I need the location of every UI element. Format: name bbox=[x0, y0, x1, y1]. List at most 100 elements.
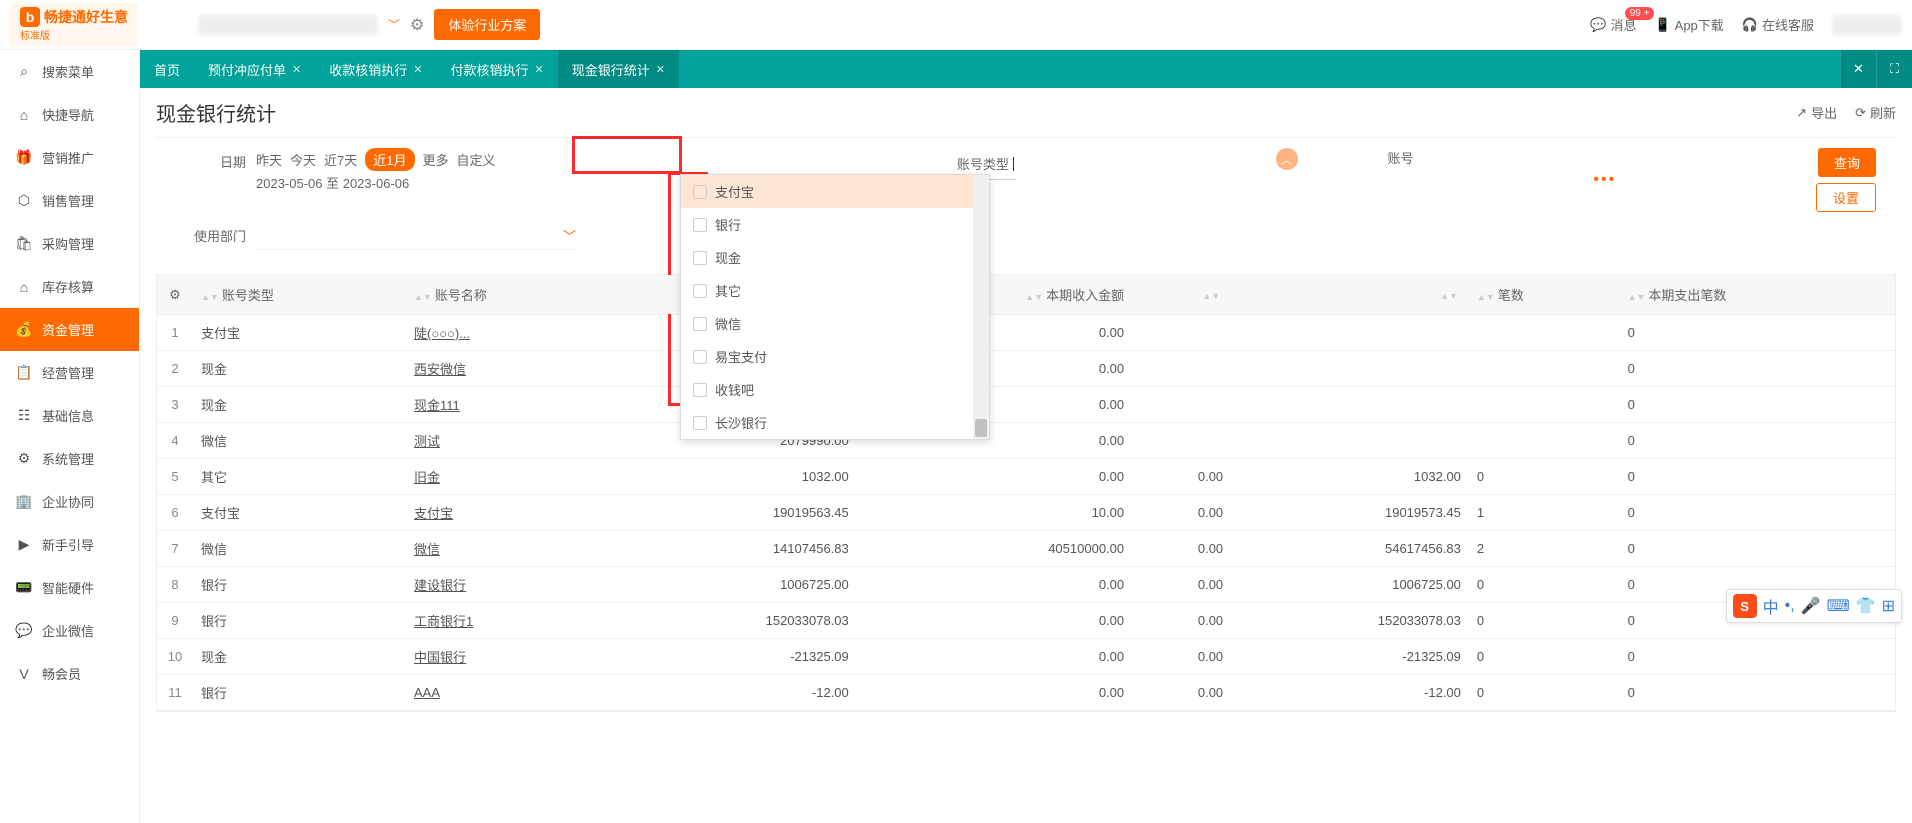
col-header-1[interactable]: ▲▼账号类型 bbox=[193, 275, 406, 315]
cell-name-link[interactable]: 旧金 bbox=[406, 459, 619, 495]
refresh-button[interactable]: ⟳刷新 bbox=[1855, 103, 1896, 122]
col-header-5[interactable]: ▲▼ bbox=[1132, 275, 1231, 315]
cell-name-link[interactable]: 微信 bbox=[406, 531, 619, 567]
checkbox-icon[interactable] bbox=[693, 185, 707, 199]
col-header-6[interactable]: ▲▼ bbox=[1231, 275, 1469, 315]
dropdown-item-1[interactable]: 银行 bbox=[681, 208, 989, 241]
tab-4[interactable]: 现金银行统计 ✕ bbox=[558, 50, 679, 88]
tab-2[interactable]: 收款核销执行✕ bbox=[315, 50, 436, 88]
close-icon[interactable]: ✕ bbox=[535, 63, 544, 76]
dept-select[interactable]: ﹀ bbox=[256, 222, 576, 250]
ime-lang[interactable]: 中 bbox=[1763, 594, 1779, 618]
row-index: 1 bbox=[157, 315, 193, 351]
sidebar-item-3[interactable]: ⬡销售管理 bbox=[0, 179, 139, 222]
checkbox-icon[interactable] bbox=[693, 350, 707, 364]
sidebar-item-0[interactable]: ⌕搜索菜单 bbox=[0, 50, 139, 93]
sidebar-item-2[interactable]: 🎁营销推广 bbox=[0, 136, 139, 179]
tab-1[interactable]: 预付冲应付单✕ bbox=[194, 50, 315, 88]
dropdown-item-label: 长沙银行 bbox=[715, 413, 767, 432]
customer-service-link[interactable]: 🎧 在线客服 bbox=[1742, 15, 1814, 34]
checkbox-icon[interactable] bbox=[693, 251, 707, 265]
gear-icon[interactable]: ⚙ bbox=[169, 287, 181, 302]
shirt-icon[interactable]: 👕 bbox=[1856, 596, 1876, 616]
dropdown-item-0[interactable]: 支付宝 bbox=[681, 175, 989, 208]
sidebar-item-7[interactable]: 📋经营管理 bbox=[0, 351, 139, 394]
checkbox-icon[interactable] bbox=[693, 284, 707, 298]
cell-name-link[interactable]: 西安微信 bbox=[406, 351, 619, 387]
dropdown-item-7[interactable]: 长沙银行 bbox=[681, 406, 989, 439]
cell-name-link[interactable]: 支付宝 bbox=[406, 495, 619, 531]
dropdown-item-2[interactable]: 现金 bbox=[681, 241, 989, 274]
trial-button[interactable]: 体验行业方案 bbox=[434, 9, 540, 40]
collapse-toggle[interactable]: ︿ bbox=[1276, 148, 1298, 170]
microphone-icon[interactable]: 🎤 bbox=[1801, 596, 1821, 616]
sidebar-item-1[interactable]: ⌂快捷导航 bbox=[0, 93, 139, 136]
cell-name-link[interactable]: AAA bbox=[406, 675, 619, 711]
ime-toolbar[interactable]: S 中 •, 🎤 ⌨ 👕 ⊞ bbox=[1726, 589, 1902, 623]
sort-icon[interactable]: ▲▼ bbox=[1025, 294, 1043, 300]
company-selector[interactable]: ﹀ bbox=[198, 15, 400, 35]
gear-icon[interactable]: ⚙ bbox=[410, 15, 424, 35]
sidebar-item-4[interactable]: 🛍采购管理 bbox=[0, 222, 139, 265]
sidebar-item-12[interactable]: 📟智能硬件 bbox=[0, 566, 139, 609]
settings-button[interactable]: 设置 bbox=[1816, 183, 1876, 212]
cell-name-link[interactable]: 建设银行 bbox=[406, 567, 619, 603]
date-opt-0[interactable]: 昨天 bbox=[256, 150, 282, 169]
checkbox-icon[interactable] bbox=[693, 218, 707, 232]
app-download-link[interactable]: 📱 App下载 bbox=[1654, 15, 1723, 34]
dropdown-item-5[interactable]: 易宝支付 bbox=[681, 340, 989, 373]
dropdown-item-3[interactable]: 其它 bbox=[681, 274, 989, 307]
sidebar-item-9[interactable]: ⚙系统管理 bbox=[0, 437, 139, 480]
dropdown-item-6[interactable]: 收钱吧 bbox=[681, 373, 989, 406]
col-header-8[interactable]: ▲▼本期支出笔数 bbox=[1620, 275, 1895, 315]
grid-icon[interactable]: ⊞ bbox=[1882, 596, 1895, 616]
tab-3[interactable]: 付款核销执行✕ bbox=[436, 50, 557, 88]
dropdown-scrollbar[interactable] bbox=[973, 175, 989, 439]
query-button[interactable]: 查询 bbox=[1818, 148, 1876, 177]
sort-icon[interactable]: ▲▼ bbox=[1440, 293, 1458, 299]
sidebar-item-10[interactable]: 🏢企业协同 bbox=[0, 480, 139, 523]
sort-icon[interactable]: ▲▼ bbox=[1477, 294, 1495, 300]
sidebar-item-5[interactable]: ⌂库存核算 bbox=[0, 265, 139, 308]
date-opt-5[interactable]: 自定义 bbox=[457, 150, 496, 169]
sort-icon[interactable]: ▲▼ bbox=[414, 294, 432, 300]
dropdown-item-4[interactable]: 微信 bbox=[681, 307, 989, 340]
sidebar-item-8[interactable]: ☷基础信息 bbox=[0, 394, 139, 437]
date-opt-2[interactable]: 近7天 bbox=[324, 150, 357, 169]
col-header-7[interactable]: ▲▼笔数 bbox=[1469, 275, 1620, 315]
tab-label: 现金银行统计 bbox=[572, 60, 650, 79]
date-opt-1[interactable]: 今天 bbox=[290, 150, 316, 169]
col-header-2[interactable]: ▲▼账号名称 bbox=[406, 275, 619, 315]
close-icon[interactable]: ✕ bbox=[656, 63, 665, 76]
checkbox-icon[interactable] bbox=[693, 383, 707, 397]
close-icon[interactable]: ✕ bbox=[292, 63, 301, 76]
more-dots-icon[interactable]: ••• bbox=[1593, 171, 1616, 189]
cell-name-link[interactable]: 陡(○○○)... bbox=[406, 315, 619, 351]
cell-name-link[interactable]: 工商银行1 bbox=[406, 603, 619, 639]
messages-link[interactable]: 💬 消息 99 + bbox=[1590, 15, 1636, 34]
cell-name-link[interactable]: 中国银行 bbox=[406, 639, 619, 675]
sort-icon[interactable]: ▲▼ bbox=[201, 294, 219, 300]
logo: b 畅捷通好生意 标准版 bbox=[10, 3, 138, 46]
cell-income: 0.00 bbox=[857, 675, 1132, 711]
ime-punct-icon[interactable]: •, bbox=[1785, 597, 1795, 615]
sidebar-item-6[interactable]: 💰资金管理 bbox=[0, 308, 139, 351]
keyboard-icon[interactable]: ⌨ bbox=[1827, 596, 1850, 616]
sort-icon[interactable]: ▲▼ bbox=[1202, 293, 1220, 299]
close-tab-button[interactable]: ✕ bbox=[1840, 50, 1876, 88]
sort-icon[interactable]: ▲▼ bbox=[1628, 294, 1646, 300]
cell-name-link[interactable]: 现金111 bbox=[406, 387, 619, 423]
sidebar-item-11[interactable]: ▶新手引导 bbox=[0, 523, 139, 566]
fullscreen-button[interactable]: ⛶ bbox=[1876, 50, 1912, 88]
date-opt-3[interactable]: 近1月 bbox=[365, 148, 414, 171]
close-icon[interactable]: ✕ bbox=[413, 63, 422, 76]
sidebar-item-14[interactable]: V畅会员 bbox=[0, 652, 139, 695]
date-opt-4[interactable]: 更多 bbox=[423, 150, 449, 169]
checkbox-icon[interactable] bbox=[693, 317, 707, 331]
export-button[interactable]: ↗导出 bbox=[1796, 103, 1837, 122]
sidebar-item-13[interactable]: 💬企业微信 bbox=[0, 609, 139, 652]
user-avatar-blurred[interactable] bbox=[1832, 15, 1902, 35]
cell-name-link[interactable]: 测试 bbox=[406, 423, 619, 459]
tab-0[interactable]: 首页 bbox=[140, 50, 194, 88]
checkbox-icon[interactable] bbox=[693, 416, 707, 430]
